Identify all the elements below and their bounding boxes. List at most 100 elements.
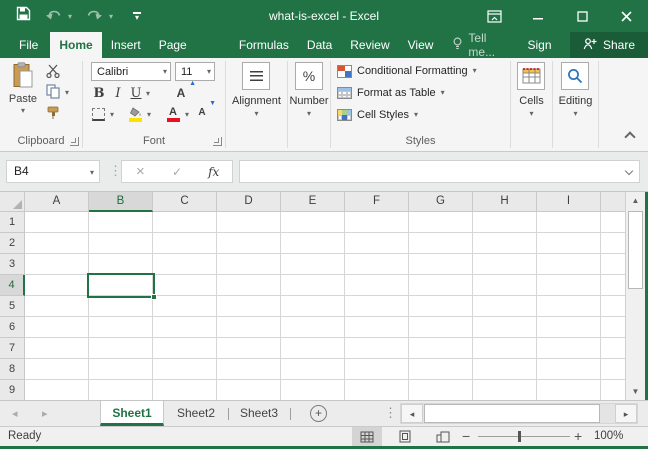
- alignment-button[interactable]: [242, 62, 270, 90]
- horizontal-scrollbar[interactable]: ◂ ▸: [400, 403, 638, 424]
- number-caret-icon[interactable]: ▾: [288, 110, 330, 118]
- column-header-h[interactable]: H: [473, 192, 537, 212]
- undo-icon[interactable]: [45, 7, 62, 25]
- tab-file[interactable]: File: [7, 32, 50, 58]
- column-header-j[interactable]: J: [601, 192, 625, 212]
- sheet-tab-sheet2[interactable]: Sheet2: [166, 401, 226, 426]
- column-header-c[interactable]: C: [153, 192, 217, 212]
- conditional-formatting-button[interactable]: Conditional Formatting ▾: [337, 61, 477, 81]
- customize-qat-icon[interactable]: ▾: [133, 12, 142, 21]
- alignment-caret-icon[interactable]: ▾: [226, 110, 287, 118]
- normal-view-button[interactable]: [352, 427, 382, 446]
- font-color-button[interactable]: A: [165, 105, 181, 123]
- column-header-b-selected[interactable]: B: [89, 192, 153, 212]
- row-header-8[interactable]: 8: [0, 359, 25, 380]
- tab-formulas[interactable]: Formulas: [230, 32, 298, 58]
- fill-color-caret-icon[interactable]: ▾: [147, 111, 151, 119]
- tab-insert[interactable]: Insert: [102, 32, 150, 58]
- font-dialog-launcher[interactable]: [213, 137, 222, 146]
- row-header-6[interactable]: 6: [0, 317, 25, 338]
- column-header-a[interactable]: A: [25, 192, 89, 212]
- row-header-2[interactable]: 2: [0, 233, 25, 254]
- minimize-button[interactable]: [516, 0, 560, 32]
- cell-styles-button[interactable]: Cell Styles ▾: [337, 105, 418, 125]
- previous-sheet-icon[interactable]: ◂: [12, 401, 18, 427]
- enter-button[interactable]: ✓: [159, 161, 196, 182]
- font-size-combo[interactable]: 11 ▾: [175, 62, 215, 81]
- editing-button[interactable]: [561, 62, 589, 90]
- column-header-d[interactable]: D: [217, 192, 281, 212]
- vertical-scrollbar[interactable]: ▲ ▼: [625, 192, 645, 400]
- paste-button[interactable]: Paste ▾: [8, 61, 38, 114]
- fill-color-button[interactable]: [127, 105, 143, 123]
- column-header-i[interactable]: I: [537, 192, 601, 212]
- collapse-ribbon-icon[interactable]: [624, 131, 636, 143]
- new-sheet-button[interactable]: +: [310, 405, 327, 422]
- tab-home[interactable]: Home: [50, 32, 102, 58]
- sheet-tab-sheet3[interactable]: Sheet3: [230, 401, 288, 426]
- format-as-table-button[interactable]: Format as Table ▾: [337, 83, 445, 103]
- page-layout-view-button[interactable]: [390, 427, 420, 446]
- column-header-e[interactable]: E: [281, 192, 345, 212]
- format-painter-button[interactable]: [44, 105, 62, 120]
- name-box[interactable]: B4 ▾: [6, 160, 100, 183]
- expand-formula-bar-icon[interactable]: [624, 166, 634, 176]
- selected-cell-b4[interactable]: [87, 273, 157, 300]
- cut-button[interactable]: [44, 63, 62, 78]
- scroll-right-icon[interactable]: ▸: [615, 404, 637, 423]
- clipboard-dialog-launcher[interactable]: [70, 137, 79, 146]
- zoom-out-button[interactable]: −: [462, 427, 470, 445]
- tell-me-box[interactable]: Tell me...: [442, 31, 515, 59]
- zoom-in-button[interactable]: +: [574, 427, 582, 445]
- cells-button[interactable]: [517, 62, 545, 90]
- increase-font-size-button[interactable]: A ▲: [173, 80, 196, 102]
- font-family-combo[interactable]: Calibri ▾: [91, 62, 171, 81]
- borders-caret-icon[interactable]: ▾: [110, 111, 114, 119]
- tab-page-layout[interactable]: Page Layout: [150, 32, 230, 78]
- sign-in-button[interactable]: Sign in: [516, 32, 570, 78]
- font-color-caret-icon[interactable]: ▾: [185, 111, 189, 119]
- maximize-button[interactable]: [560, 0, 604, 32]
- fill-handle[interactable]: [151, 294, 157, 300]
- zoom-slider-thumb[interactable]: [518, 431, 521, 442]
- underline-caret-icon[interactable]: ▾: [146, 90, 150, 98]
- zoom-slider-track[interactable]: [478, 436, 570, 437]
- formula-input[interactable]: [239, 160, 640, 183]
- editing-caret-icon[interactable]: ▾: [553, 110, 598, 118]
- page-break-preview-button[interactable]: [428, 427, 458, 446]
- scroll-up-icon[interactable]: ▲: [626, 192, 645, 209]
- redo-caret-icon[interactable]: ▾: [109, 12, 113, 21]
- cancel-button[interactable]: ×: [122, 161, 159, 182]
- cells-area[interactable]: [25, 212, 625, 400]
- column-header-g[interactable]: G: [409, 192, 473, 212]
- column-header-f[interactable]: F: [345, 192, 409, 212]
- tab-data[interactable]: Data: [298, 32, 341, 58]
- row-header-9[interactable]: 9: [0, 380, 25, 401]
- zoom-level[interactable]: 100%: [594, 427, 623, 446]
- scroll-left-icon[interactable]: ◂: [401, 404, 423, 423]
- select-all-button[interactable]: [0, 192, 25, 212]
- horizontal-scrollbar-thumb[interactable]: [424, 404, 600, 423]
- sheet-tab-sheet1-active[interactable]: Sheet1: [100, 401, 164, 426]
- borders-button[interactable]: [91, 106, 106, 122]
- undo-caret-icon[interactable]: ▾: [68, 12, 72, 21]
- redo-icon[interactable]: [86, 7, 103, 25]
- number-format-button[interactable]: %: [295, 62, 323, 90]
- italic-button[interactable]: I: [111, 84, 125, 102]
- vertical-scrollbar-thumb[interactable]: [628, 211, 643, 289]
- copy-button[interactable]: [44, 84, 62, 99]
- ribbon-display-options-icon[interactable]: [472, 0, 516, 32]
- row-header-5[interactable]: 5: [0, 296, 25, 317]
- row-header-4-selected[interactable]: 4: [0, 275, 25, 296]
- tab-view[interactable]: View: [399, 32, 443, 58]
- insert-function-button[interactable]: fx: [195, 161, 232, 182]
- share-button[interactable]: Share: [569, 32, 648, 58]
- decrease-font-size-button[interactable]: A ▼: [195, 100, 216, 120]
- cells-caret-icon[interactable]: ▾: [511, 110, 552, 118]
- bold-button[interactable]: B: [91, 84, 107, 102]
- row-header-7[interactable]: 7: [0, 338, 25, 359]
- tab-review[interactable]: Review: [341, 32, 398, 58]
- save-icon[interactable]: [16, 6, 31, 26]
- underline-button[interactable]: U: [129, 84, 143, 102]
- next-sheet-icon[interactable]: ▸: [42, 401, 48, 427]
